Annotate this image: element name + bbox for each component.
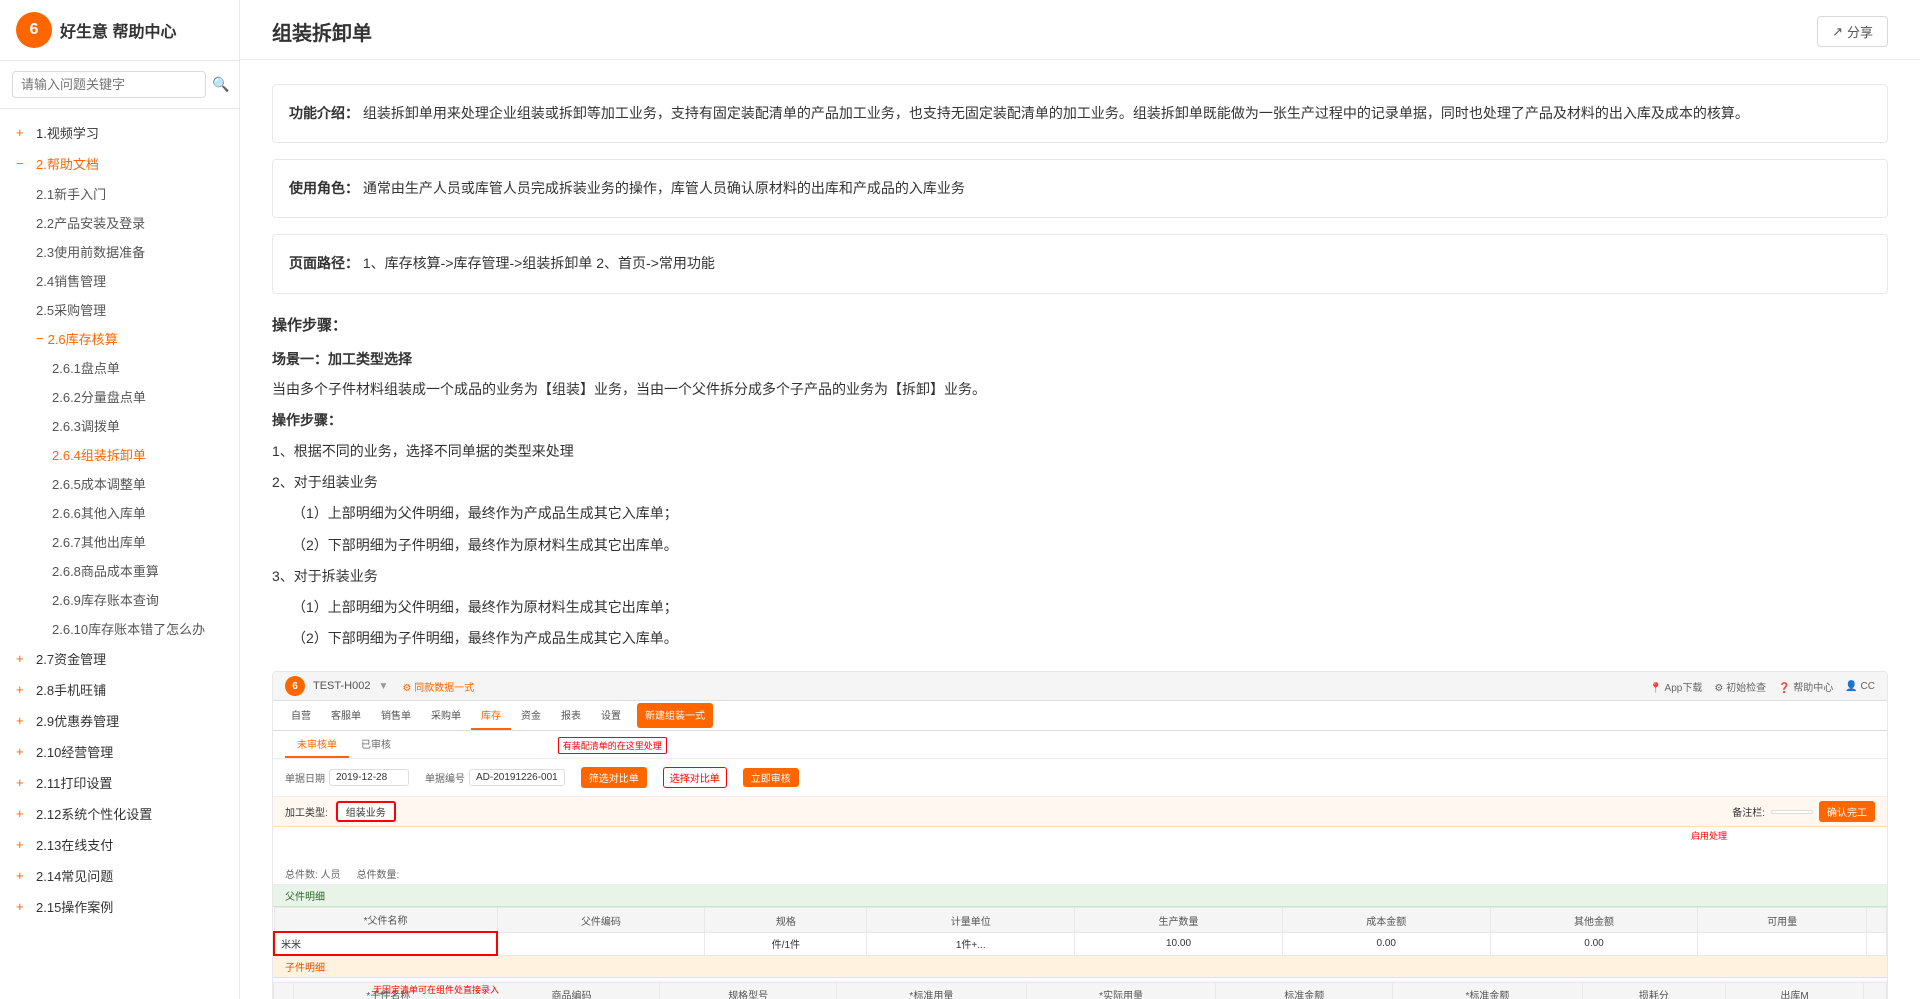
mock-nav-self[interactable]: 自营 [281, 701, 321, 730]
mock-upper-row-1: 米米 件/1件 1件+... 10.00 0.00 0.00 [274, 932, 1887, 955]
mock-topbar: 6 TEST-H002 ▼ ⚙ 同款数据一式 📍 App下载 ⚙ 初始检查 ❓ … [273, 672, 1887, 701]
mock-upper-section: 父件明细 [273, 885, 1887, 907]
logo-icon: 6 [16, 12, 52, 48]
mock-nav-purchase[interactable]: 采购单 [421, 701, 471, 730]
path-block: 页面路径： 1、库存核算->库存管理->组装拆卸单 2、首页->常用功能 [272, 234, 1888, 293]
sidebar-item-assembly[interactable]: 2.6.4组装拆卸单 [0, 440, 239, 469]
step2-2: （2）下部明细为子件明细，最终作为原材料生成其它出库单。 [272, 533, 1888, 558]
sidebar-item-system[interactable]: + 2.12系统个性化设置 [0, 798, 239, 829]
mock-upper-table: *父件名称 父件编码 规格 计量单位 生产数量 成本金额 其他金额 可用量 [273, 907, 1887, 956]
mock-nav: 自营 客服单 销售单 采购单 库存 资金 报表 设置 新建组装一式 [273, 701, 1887, 731]
mock-nav-sales[interactable]: 销售单 [371, 701, 421, 730]
steps-label: 操作步骤： [272, 408, 1888, 433]
main-header: 组装拆卸单 ↗ 分享 [240, 0, 1920, 60]
intro-label: 功能介绍： [289, 105, 359, 121]
mock-nav-stock[interactable]: 库存 [471, 701, 511, 730]
mock-tab-approved[interactable]: 已审核 [349, 731, 403, 758]
mock-bill-input[interactable]: AD-20191226-001 [469, 769, 565, 786]
nav-tree: + 1.视频学习 − 2.帮助文档 2.1新手入门 2.2产品安装及登录 2.3… [0, 109, 239, 999]
sidebar-item-video[interactable]: + 1.视频学习 [0, 117, 239, 148]
step2: 2、对于组装业务 [272, 470, 1888, 495]
mock-lower-table: *子件名称 商品编码 规格型号 *标准用量 *实际用量 标准金额 *标准金额 损… [273, 982, 1887, 999]
sidebar-header: 6 好生意 帮助中心 [0, 0, 239, 61]
intro-text: 组装拆卸单用来处理企业组装或拆卸等加工业务，支持有固定装配清单的产品加工业务，也… [363, 105, 1749, 121]
step2-1: （1）上部明细为父件明细，最终作为产成品生成其它入库单； [272, 501, 1888, 526]
search-input[interactable] [12, 71, 206, 98]
step3: 3、对于拆装业务 [272, 564, 1888, 589]
role-text: 通常由生产人员或库管人员完成拆装业务的操作，库管人员确认原材料的出库和产成品的入… [363, 180, 965, 196]
mock-lower-section: 子件明细 [273, 956, 1887, 978]
sidebar-item-install[interactable]: 2.2产品安装及登录 [0, 208, 239, 237]
mock-type-bar: 加工类型: 组装业务 组装业务、拆卸业务在这里切换 备注栏: 确认完工 [273, 797, 1887, 827]
sidebar-item-inventory[interactable]: − 2.6库存核算 [0, 324, 239, 353]
mock-company: TEST-H002 [313, 680, 370, 692]
content-area: 功能介绍： 组装拆卸单用来处理企业组装或拆卸等加工业务，支持有固定装配清单的产品… [240, 60, 1920, 999]
step3-1: （1）上部明细为父件明细，最终作为原材料生成其它出库单； [272, 595, 1888, 620]
mock-logo: 6 [285, 676, 305, 696]
sidebar-item-stocktake[interactable]: 2.6.1盘点单 [0, 353, 239, 382]
step1: 1、根据不同的业务，选择不同单据的类型来处理 [272, 439, 1888, 464]
scene1-desc: 当由多个子件材料组装成一个成品的业务为【组装】业务，当由一个父件拆分成多个子产品… [272, 377, 1888, 402]
intro-block: 功能介绍： 组装拆卸单用来处理企业组装或拆卸等加工业务，支持有固定装配清单的产品… [272, 84, 1888, 143]
search-bar: 🔍 [0, 61, 239, 109]
sidebar-item-newuser[interactable]: 2.1新手入门 [0, 179, 239, 208]
sidebar-item-account-err[interactable]: 2.6.10库存账本错了怎么办 [0, 614, 239, 643]
annotation-enable: 启用处理 [1691, 829, 1727, 842]
sidebar-item-goods-cost[interactable]: 2.6.8商品成本重算 [0, 556, 239, 585]
screenshot: 6 TEST-H002 ▼ ⚙ 同款数据一式 📍 App下载 ⚙ 初始检查 ❓ … [272, 671, 1888, 999]
sidebar-item-sales[interactable]: 2.4销售管理 [0, 266, 239, 295]
sidebar-item-print[interactable]: + 2.11打印设置 [0, 767, 239, 798]
mock-ui: 6 TEST-H002 ▼ ⚙ 同款数据一式 📍 App下载 ⚙ 初始检查 ❓ … [273, 672, 1887, 999]
path-text: 1、库存核算->库存管理->组装拆卸单 2、首页->常用功能 [363, 255, 715, 271]
page-title: 组装拆卸单 [272, 17, 372, 46]
expand-icon: + [16, 125, 30, 140]
mock-new-btn[interactable]: 新建组装一式 [637, 703, 713, 728]
sidebar-item-stock-check[interactable]: 2.6.9库存账本查询 [0, 585, 239, 614]
main-content: 组装拆卸单 ↗ 分享 功能介绍： 组装拆卸单用来处理企业组装或拆卸等加工业务，支… [240, 0, 1920, 999]
role-block: 使用角色： 通常由生产人员或库管人员完成拆装业务的操作，库管人员确认原材料的出库… [272, 159, 1888, 218]
sidebar-item-portion[interactable]: 2.6.2分量盘点单 [0, 382, 239, 411]
mock-filter-btn[interactable]: 筛选对比单 [581, 767, 647, 788]
share-button[interactable]: ↗ 分享 [1817, 16, 1888, 47]
mock-date-input[interactable]: 2019-12-28 [329, 769, 409, 786]
search-button[interactable]: 🔍 [212, 76, 229, 93]
collapse-icon: − [16, 156, 30, 171]
mock-confirm-finish-btn[interactable]: 确认完工 [1819, 801, 1875, 822]
step3-2: （2）下部明细为子件明细，最终作为产成品生成其它入库单。 [272, 626, 1888, 651]
app-title: 好生意 帮助中心 [60, 18, 176, 42]
mock-nav-settings[interactable]: 设置 [591, 701, 631, 730]
mock-tab-bar: 未审核单 已审核 [273, 731, 1887, 759]
annotation-bom: 有装配清单的在这里处理 [558, 737, 667, 754]
sidebar-item-cost[interactable]: 2.6.5成本调整单 [0, 469, 239, 498]
sidebar-item-faq[interactable]: + 2.14常见问题 [0, 860, 239, 891]
sidebar-item-other-in[interactable]: 2.6.6其他入库单 [0, 498, 239, 527]
sidebar-item-coupon[interactable]: + 2.9优惠券管理 [0, 705, 239, 736]
sidebar-item-docs[interactable]: − 2.帮助文档 [0, 148, 239, 179]
mock-nav-report[interactable]: 报表 [551, 701, 591, 730]
sidebar: 6 好生意 帮助中心 🔍 + 1.视频学习 − 2.帮助文档 2.1新手入门 2… [0, 0, 240, 999]
mock-nav-service[interactable]: 客服单 [321, 701, 371, 730]
mock-toolbar-fields: 单据日期 2019-12-28 单据编号 AD-20191226-001 有装配… [273, 759, 1887, 797]
sidebar-item-prepare[interactable]: 2.3使用前数据准备 [0, 237, 239, 266]
sidebar-item-mobile[interactable]: + 2.8手机旺铺 [0, 674, 239, 705]
mock-nav-finance[interactable]: 资金 [511, 701, 551, 730]
mock-confirm-btn[interactable]: 立即审核 [743, 768, 799, 787]
sidebar-item-adjust[interactable]: 2.6.3调拨单 [0, 411, 239, 440]
mock-status-row: 总件数: 人员 总件数量: [273, 863, 1887, 885]
sidebar-item-cases[interactable]: + 2.15操作案例 [0, 891, 239, 922]
role-label: 使用角色： [289, 180, 359, 196]
path-label: 页面路径： [289, 255, 359, 271]
sidebar-item-other-out[interactable]: 2.6.7其他出库单 [0, 527, 239, 556]
steps-title: 操作步骤： [272, 314, 1888, 335]
mock-select-bom-btn[interactable]: 选择对比单 [663, 767, 727, 788]
mock-tab-pending[interactable]: 未审核单 [285, 731, 349, 758]
sidebar-item-operation[interactable]: + 2.10经营管理 [0, 736, 239, 767]
mock-type-selector[interactable]: 组装业务 [336, 801, 396, 822]
scene1-title: 场景一：加工类型选择 [272, 349, 1888, 369]
annotation-no-bom: 无固定清单可在组件处直接录入 [373, 983, 499, 996]
sidebar-item-capital[interactable]: + 2.7资金管理 [0, 643, 239, 674]
sidebar-item-payment[interactable]: + 2.13在线支付 [0, 829, 239, 860]
sidebar-item-purchase[interactable]: 2.5采购管理 [0, 295, 239, 324]
